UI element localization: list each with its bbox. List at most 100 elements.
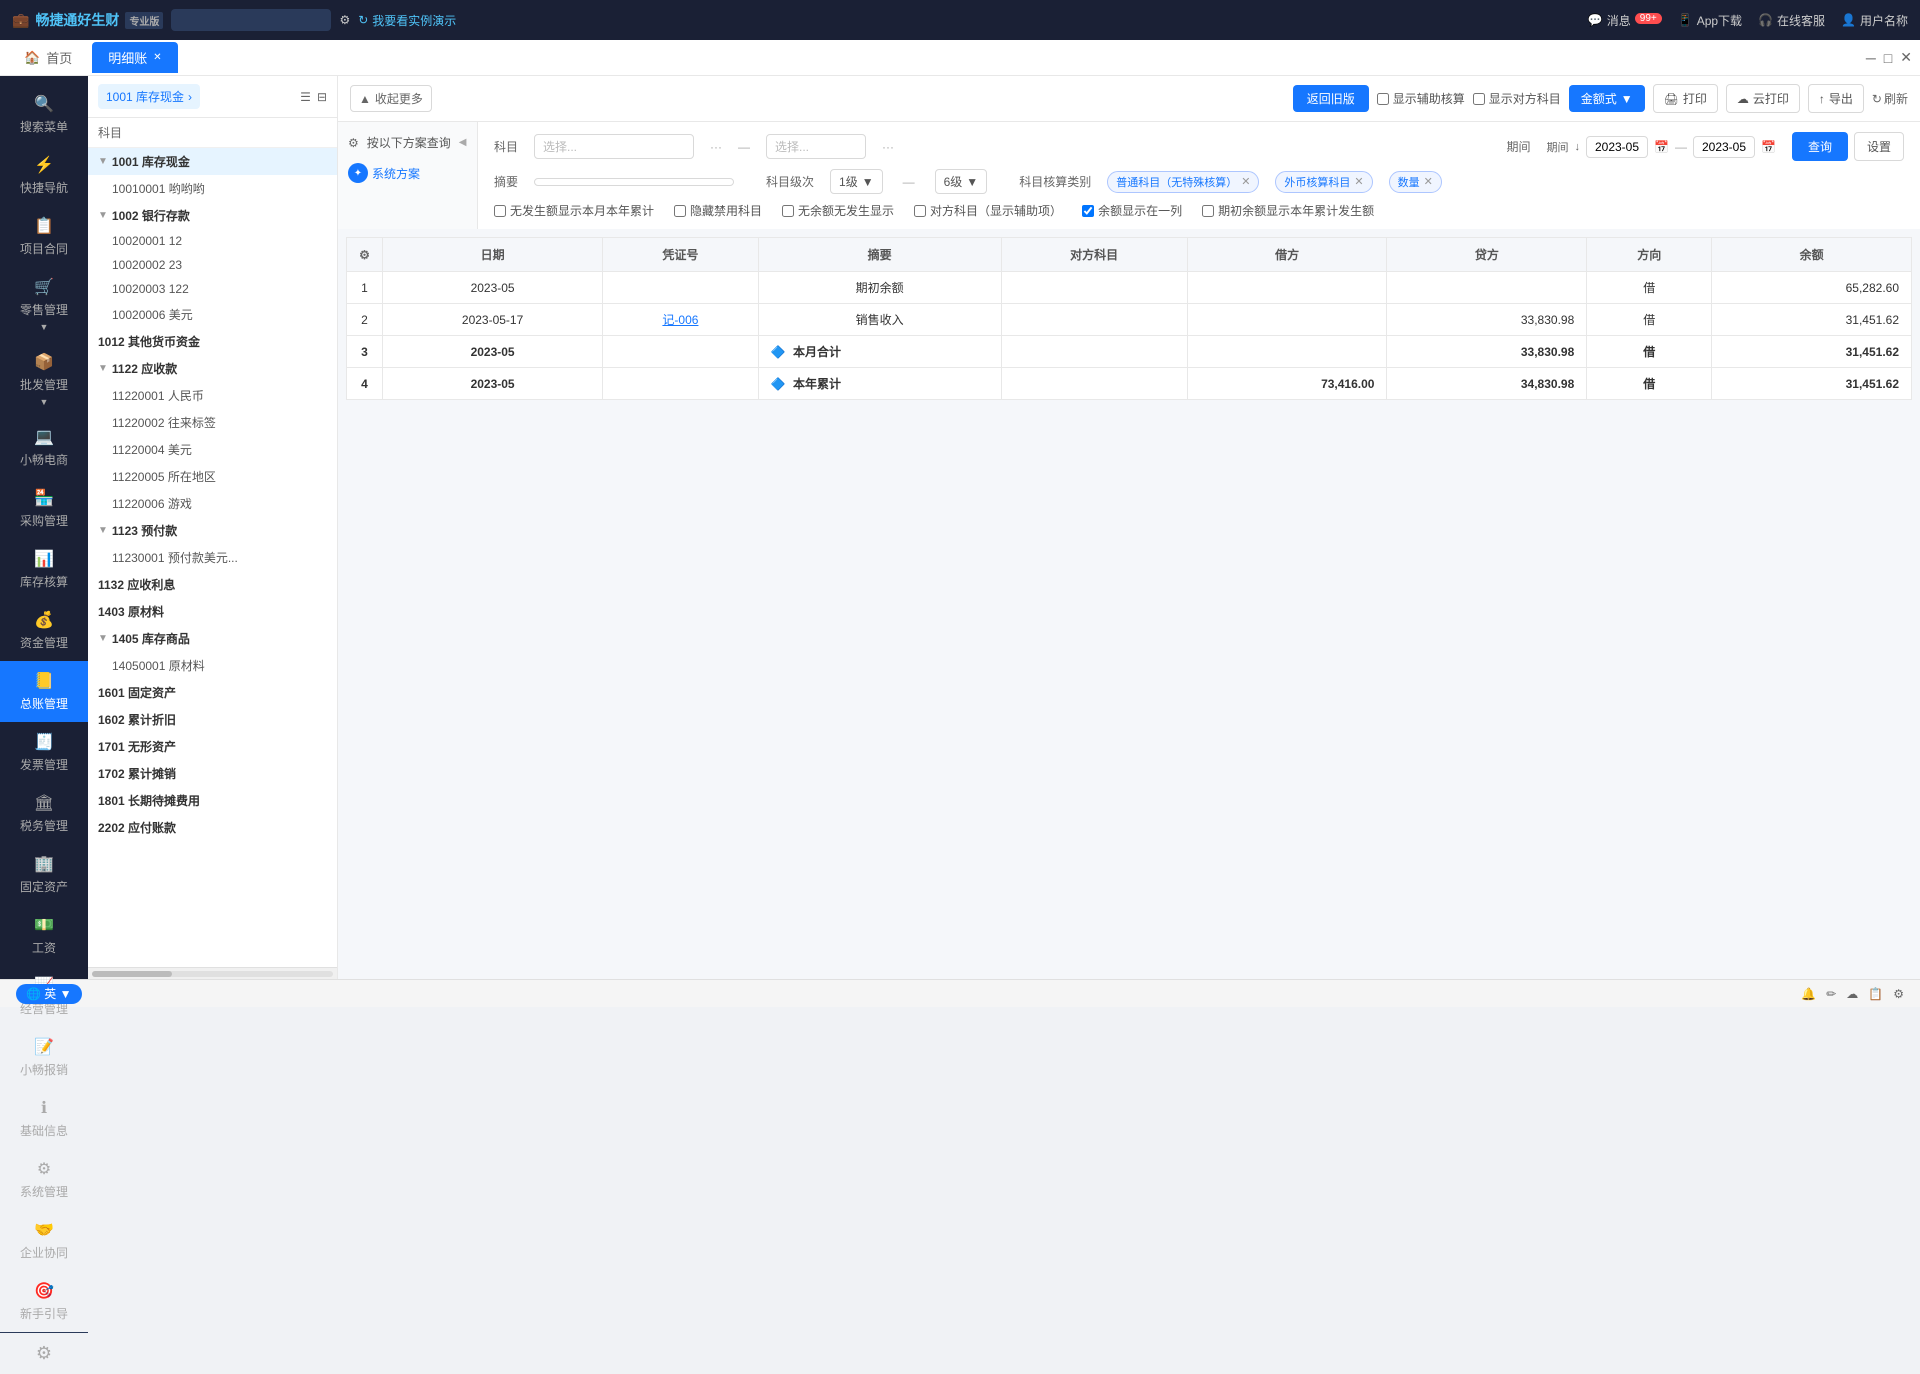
filter-tag-0-close[interactable]: ✕ bbox=[1241, 175, 1250, 188]
check-opposite-subject[interactable]: 对方科目（显示辅助项） bbox=[914, 202, 1062, 219]
level-from-select[interactable]: 1级 ▼ bbox=[830, 169, 883, 194]
sidebar-item-ledger[interactable]: 📒 总账管理 bbox=[0, 661, 88, 722]
subject-end-input[interactable]: 选择... bbox=[766, 134, 866, 159]
tree-item-10020002[interactable]: 10020002 23 bbox=[88, 253, 337, 277]
expand-collapse-btn[interactable]: ▲ 收起更多 bbox=[350, 85, 432, 112]
tab-close-btn[interactable]: ✕ bbox=[153, 52, 161, 63]
tree-item-10010001[interactable]: 10010001 哟哟哟 bbox=[88, 175, 337, 202]
account-tree[interactable]: ▼ 1001 库存现金 10010001 哟哟哟 ▼ 1002 银行存款 100… bbox=[88, 148, 337, 967]
tree-item-1012[interactable]: 1012 其他货币资金 bbox=[88, 328, 337, 355]
tab-home[interactable]: 🏠 首页 bbox=[8, 42, 88, 73]
check-balance-one-col[interactable]: 余额显示在一列 bbox=[1082, 202, 1182, 219]
sidebar-item-partner[interactable]: 🤝 企业协同 bbox=[0, 1210, 88, 1271]
filter-settings-btn[interactable]: 设置 bbox=[1854, 132, 1904, 161]
collapse-1122-icon[interactable]: ▼ bbox=[98, 363, 108, 374]
tree-item-10020003[interactable]: 10020003 122 bbox=[88, 277, 337, 301]
window-minimize-btn[interactable]: ─ bbox=[1866, 50, 1876, 66]
sidebar-item-retail[interactable]: 🛒 零售管理 ▼ bbox=[0, 267, 88, 342]
tree-item-1702[interactable]: 1702 累计摊销 bbox=[88, 760, 337, 787]
demo-button[interactable]: ↻ 我要看实例演示 bbox=[358, 12, 456, 29]
filter-tag-1-close[interactable]: ✕ bbox=[1354, 175, 1363, 188]
collapse-1405-icon[interactable]: ▼ bbox=[98, 633, 108, 644]
settings-bottom-icon[interactable]: ⚙ bbox=[1893, 987, 1904, 1001]
tree-item-11220004[interactable]: 11220004 美元 bbox=[88, 436, 337, 463]
tree-item-2202[interactable]: 2202 应付账款 bbox=[88, 814, 337, 841]
tree-item-1002[interactable]: ▼ 1002 银行存款 bbox=[88, 202, 337, 229]
tree-item-1123[interactable]: ▼ 1123 预付款 bbox=[88, 517, 337, 544]
tree-item-11220005[interactable]: 11220005 所在地区 bbox=[88, 463, 337, 490]
message-btn[interactable]: 💬 消息 99+ bbox=[1588, 12, 1662, 29]
query-btn[interactable]: 查询 bbox=[1792, 132, 1848, 161]
breadcrumb-nav[interactable]: 1001 库存现金 › bbox=[98, 84, 200, 109]
check-hide-disabled[interactable]: 隐藏禁用科目 bbox=[674, 202, 762, 219]
collapse-1001-icon[interactable]: ▼ bbox=[98, 156, 108, 167]
sidebar-item-search[interactable]: 🔍 搜索菜单 bbox=[0, 84, 88, 145]
tree-scrollbar[interactable] bbox=[88, 967, 337, 979]
check-hide-disabled-box[interactable] bbox=[674, 205, 686, 217]
show-aux-check[interactable]: 显示辅助核算 bbox=[1377, 90, 1465, 107]
tree-item-1801[interactable]: 1801 长期待摊费用 bbox=[88, 787, 337, 814]
sidebar-item-assets[interactable]: 🏢 固定资产 bbox=[0, 844, 88, 905]
subject-input[interactable]: 选择... bbox=[534, 134, 694, 159]
sidebar-item-quicknav[interactable]: ⚡ 快捷导航 bbox=[0, 145, 88, 206]
settings-icon-btn[interactable]: ⚙ bbox=[339, 13, 350, 27]
level-to-select[interactable]: 6级 ▼ bbox=[935, 169, 988, 194]
user-avatar[interactable]: 👤 用户名称 bbox=[1841, 12, 1908, 29]
tree-item-1602[interactable]: 1602 累计折旧 bbox=[88, 706, 337, 733]
sidebar-item-invoice[interactable]: 🧾 发票管理 bbox=[0, 722, 88, 783]
sidebar-item-ecommerce[interactable]: 💻 小畅电商 bbox=[0, 417, 88, 478]
check-opposite-subject-box[interactable] bbox=[914, 205, 926, 217]
return-old-btn[interactable]: 返回旧版 bbox=[1293, 85, 1369, 112]
tab-ledger[interactable]: 明细账 ✕ bbox=[92, 42, 177, 73]
refresh-btn[interactable]: ↻ 刷新 bbox=[1872, 90, 1908, 107]
period-start-input[interactable]: 2023-05 bbox=[1586, 136, 1648, 158]
edit-icon[interactable]: ✏ bbox=[1826, 987, 1836, 1001]
row-2-voucher[interactable]: 记-006 bbox=[603, 304, 759, 336]
sidebar-item-report[interactable]: 📝 小畅报销 bbox=[0, 1027, 88, 1088]
tree-view-icon[interactable]: ⊟ bbox=[317, 90, 327, 104]
th-gear[interactable]: ⚙ bbox=[347, 238, 383, 272]
window-close-btn[interactable]: ✕ bbox=[1900, 49, 1912, 66]
tree-item-1403[interactable]: 1403 原材料 bbox=[88, 598, 337, 625]
check-no-amount[interactable]: 无发生额显示本月本年累计 bbox=[494, 202, 654, 219]
summary-input[interactable] bbox=[534, 178, 734, 186]
check-period-init-box[interactable] bbox=[1202, 205, 1214, 217]
sidebar-item-wholesale[interactable]: 📦 批发管理 ▼ bbox=[0, 342, 88, 417]
filter-tag-2-close[interactable]: ✕ bbox=[1424, 175, 1433, 188]
tree-item-11230001[interactable]: 11230001 预付款美元... bbox=[88, 544, 337, 571]
table-container[interactable]: ⚙ 日期 凭证号 摘要 对方科目 借方 贷方 方向 余额 bbox=[338, 229, 1920, 979]
sidebar-item-tax[interactable]: 🏛 税务管理 bbox=[0, 783, 88, 844]
tree-item-11220006[interactable]: 11220006 游戏 bbox=[88, 490, 337, 517]
export-btn[interactable]: ↑ 导出 bbox=[1808, 84, 1864, 113]
sidebar-item-purchase[interactable]: 🏪 采购管理 bbox=[0, 478, 88, 539]
tree-item-10020006[interactable]: 10020006 美元 bbox=[88, 301, 337, 328]
tree-item-10020001[interactable]: 10020001 12 bbox=[88, 229, 337, 253]
filter-settings-icon[interactable]: ⚙ bbox=[348, 136, 359, 150]
period-end-input[interactable]: 2023-05 bbox=[1693, 136, 1755, 158]
sidebar-item-basic[interactable]: ℹ 基础信息 bbox=[0, 1088, 88, 1149]
sidebar-settings-btn[interactable]: ⚙ bbox=[36, 1343, 52, 1363]
cloud-icon[interactable]: ☁ bbox=[1846, 987, 1858, 1001]
tree-item-1132[interactable]: 1132 应收利息 bbox=[88, 571, 337, 598]
tree-item-1701[interactable]: 1701 无形资产 bbox=[88, 733, 337, 760]
lang-btn[interactable]: 🌐 英 ▼ bbox=[16, 984, 82, 1004]
collapse-1123-icon[interactable]: ▼ bbox=[98, 525, 108, 536]
voucher-link[interactable]: 记-006 bbox=[662, 313, 698, 327]
check-balance-one-col-box[interactable] bbox=[1082, 205, 1094, 217]
show-opposite-checkbox[interactable] bbox=[1473, 93, 1485, 105]
sidebar-item-capital[interactable]: 💰 资金管理 bbox=[0, 600, 88, 661]
tree-item-1405[interactable]: ▼ 1405 库存商品 bbox=[88, 625, 337, 652]
show-opposite-check[interactable]: 显示对方科目 bbox=[1473, 90, 1561, 107]
print-btn[interactable]: 🖨 打印 bbox=[1653, 84, 1718, 113]
notification-icon[interactable]: 🔔 bbox=[1801, 987, 1816, 1001]
list-view-icon[interactable]: ☰ bbox=[300, 90, 311, 104]
cloud-print-btn[interactable]: ☁ 云打印 bbox=[1726, 84, 1800, 113]
gear-icon[interactable]: ⚙ bbox=[359, 248, 370, 262]
tree-item-11220002[interactable]: 11220002 往来标签 bbox=[88, 409, 337, 436]
online-service-btn[interactable]: 🎧 在线客服 bbox=[1758, 12, 1825, 29]
tree-item-14050001[interactable]: 14050001 原材料 bbox=[88, 652, 337, 679]
sidebar-item-guide[interactable]: 🎯 新手引导 bbox=[0, 1271, 88, 1332]
clipboard-icon[interactable]: 📋 bbox=[1868, 987, 1883, 1001]
system-plan-btn[interactable]: ✦ 系统方案 bbox=[348, 163, 467, 183]
sidebar-item-project[interactable]: 📋 项目合同 bbox=[0, 206, 88, 267]
